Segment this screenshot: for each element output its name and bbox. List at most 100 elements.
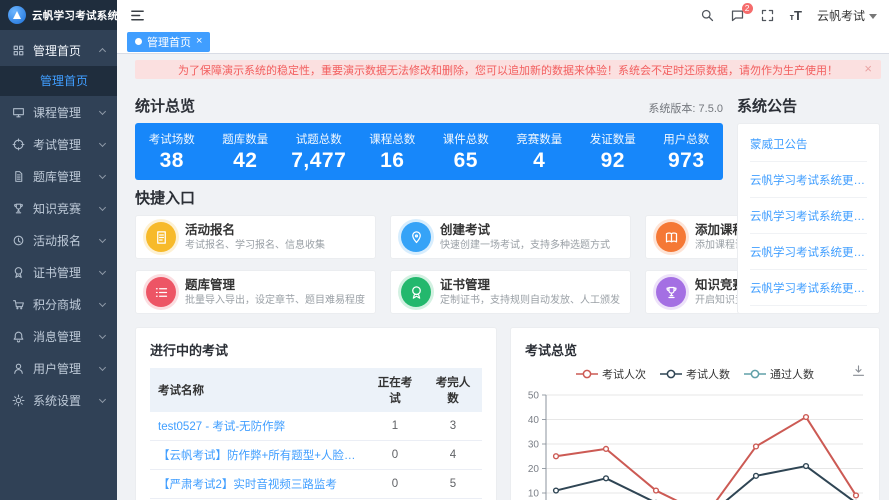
- right-column: 系统公告 蒙威卫公告云帆学习考试系统更新说明...云帆学习考试系统更新说明...…: [737, 79, 880, 314]
- finished-count: 3: [424, 412, 482, 441]
- sidebar-item-competition[interactable]: 知识竞赛: [0, 192, 117, 224]
- svg-text:20: 20: [528, 464, 540, 475]
- app-title: 云帆学习考试系统: [32, 9, 119, 22]
- alert-text: 为了保障演示系统的稳定性，重要演示数据无法修改和删除，您可以追加新的数据来体验！…: [178, 64, 838, 77]
- stat-value: 973: [667, 148, 705, 172]
- chevron-down-icon: [98, 235, 107, 243]
- medal-icon: [14, 266, 23, 278]
- tab-bar: 管理首页 ×: [117, 30, 889, 54]
- alert-close-icon[interactable]: ×: [864, 62, 872, 75]
- bell-icon: [13, 331, 24, 342]
- app-logo[interactable]: 云帆学习考试系统: [0, 0, 119, 30]
- chevron-up-icon: [98, 47, 107, 56]
- svg-text:40: 40: [528, 415, 540, 426]
- announcement-link[interactable]: 云帆学习考试系统更新说明...: [750, 162, 867, 198]
- top-sections-row: 统计总览 系统版本: 7.5.0 考试场数 38 题库数量 42 试题总数 7,477 课程…: [135, 79, 881, 314]
- quick-card-activity-signup[interactable]: 活动报名 考试报名、学习报名、信息收集: [135, 215, 376, 259]
- exam-overview-card: 考试总览 考试人次 考试人数 通过人数 10 20 30 40 50: [510, 327, 880, 500]
- sidebar-item-activity[interactable]: 活动报名: [0, 224, 117, 256]
- sidebar-item-settings[interactable]: 系统设置: [0, 384, 117, 416]
- announcement-link[interactable]: 云帆学习考试系统更新说明...: [750, 306, 867, 313]
- font-size-icon[interactable]: тT: [790, 9, 802, 22]
- quick-card-certificate[interactable]: 证书管理 定制证书，支持规则自动发放、人工颁发: [390, 270, 631, 314]
- tab-home[interactable]: 管理首页 ×: [127, 31, 211, 52]
- sidebar-item-label: 系统设置: [33, 393, 82, 408]
- svg-text:30: 30: [528, 440, 540, 451]
- table-row: 【严肃考试2】实时音视频三路监考 0 5: [150, 469, 482, 499]
- clock-icon: [13, 235, 24, 245]
- stat-label: 发证数量: [589, 133, 636, 146]
- chevron-down-icon: [98, 139, 107, 147]
- sidebar-items-group: 课程管理 考试管理 题库管理 知识竞赛活动报名证书管理积分商城消息管理用户管理系统设置: [0, 96, 117, 416]
- col-ongoing: 正在考试: [366, 368, 424, 412]
- stat-label: 试题总数: [295, 133, 342, 146]
- announcement-link[interactable]: 蒙威卫公告: [750, 126, 867, 162]
- sidebar-item-course[interactable]: 课程管理: [0, 96, 117, 128]
- chevron-down-icon: [98, 363, 107, 371]
- tab-close-icon[interactable]: ×: [196, 36, 202, 47]
- sidebar-item-home[interactable]: 管理首页: [0, 34, 117, 66]
- stat-item: 题库数量 42: [209, 131, 283, 173]
- exam-name-link[interactable]: test0527 - 考试-无防作弊: [150, 412, 366, 441]
- table-row: 【云帆考试】防作弊+所有题型+人脸识别进入考试 - 考试04: [150, 440, 482, 470]
- sidebar: 云帆学习考试系统 管理首页 管理首页 课程管理 考试管理 题库管理 知识竞赛活动报名证…: [0, 0, 119, 500]
- pin-icon: [411, 230, 421, 243]
- trophy-icon: [665, 286, 677, 298]
- ongoing-count: 0: [366, 469, 424, 499]
- dashboard-icon: [13, 45, 24, 55]
- exam-overview-chart: 10 20 30 40 50: [525, 385, 865, 500]
- chevron-down-icon: [98, 107, 107, 115]
- exam-overview-title: 考试总览: [525, 343, 578, 358]
- hamburger-menu-icon[interactable]: [129, 7, 146, 24]
- stat-label: 竞赛数量: [516, 133, 563, 146]
- quick-card-title: 题库管理: [185, 277, 236, 292]
- announcement-link[interactable]: 云帆学习考试系统更新说明...: [750, 234, 867, 270]
- quick-card-question-bank[interactable]: 题库管理 批量导入导出，设定章节、题目难易程度: [135, 270, 376, 314]
- announcement-link[interactable]: 云帆学习考试系统更新说明...: [750, 198, 867, 234]
- sidebar-item-label: 积分商城: [33, 297, 82, 312]
- sidebar-item-user[interactable]: 用户管理: [0, 352, 117, 384]
- table-row: test0527 - 考试-无防作弊 1 3: [150, 412, 482, 441]
- sidebar-subitem-home-active[interactable]: 管理首页: [0, 66, 117, 96]
- chevron-down-icon: [98, 203, 107, 211]
- exam-name-link[interactable]: 【严肃考试2】实时音视频三路监考: [150, 469, 366, 499]
- announcement-link[interactable]: 云帆学习考试系统更新说明...: [750, 270, 867, 306]
- sidebar-item-certificate[interactable]: 证书管理: [0, 256, 117, 288]
- form-icon: [156, 230, 166, 244]
- stat-label: 课件总数: [442, 133, 489, 146]
- announcements-card: 蒙威卫公告云帆学习考试系统更新说明...云帆学习考试系统更新说明...云帆学习考…: [737, 123, 880, 314]
- finished-count: 4: [424, 440, 482, 470]
- sail-icon: [13, 11, 21, 19]
- download-icon[interactable]: [851, 364, 866, 379]
- chevron-down-icon: [98, 267, 107, 275]
- stat-value: 4: [533, 148, 546, 172]
- sidebar-item-question-bank[interactable]: 题库管理: [0, 160, 117, 192]
- exam-name-link[interactable]: 【云帆考试】防作弊+所有题型+人脸识别进入考试 - 考试: [150, 440, 366, 470]
- legend-item[interactable]: 考试人次: [576, 366, 646, 382]
- sidebar-item-label: 消息管理: [33, 329, 82, 344]
- user-menu[interactable]: 云帆考试: [817, 7, 877, 24]
- legend-item[interactable]: 考试人数: [660, 366, 730, 382]
- quick-card-texts: 活动报名 考试报名、学习报名、信息收集: [185, 223, 325, 252]
- stat-label: 课程总数: [369, 133, 416, 146]
- stat-item: 竞赛数量 4: [503, 131, 577, 173]
- quick-card-create-exam[interactable]: 创建考试 快速创建一场考试，支持多种选题方式: [390, 215, 631, 259]
- aim-icon: [12, 138, 25, 150]
- sidebar-item-points-mall[interactable]: 积分商城: [0, 288, 117, 320]
- legend-item[interactable]: 通过人数: [744, 366, 814, 382]
- sidebar-item-message[interactable]: 消息管理: [0, 320, 117, 352]
- message-count-badge: 2: [741, 2, 753, 14]
- sidebar-item-label: 活动报名: [33, 233, 82, 248]
- book-icon-circle: [656, 222, 686, 252]
- logo-icon: [8, 6, 26, 24]
- legend-label: 考试人次: [602, 369, 646, 381]
- sidebar-item-label: 用户管理: [33, 361, 82, 376]
- main-content: 为了保障演示系统的稳定性，重要演示数据无法修改和删除，您可以追加新的数据来体验！…: [117, 54, 889, 500]
- fullscreen-icon[interactable]: [760, 8, 775, 23]
- user-name: 云帆考试: [816, 8, 865, 23]
- sidebar-item-exam[interactable]: 考试管理: [0, 128, 117, 160]
- search-icon[interactable]: [700, 8, 715, 23]
- messages-button[interactable]: 2: [730, 2, 753, 23]
- stat-item: 课程总数 16: [356, 131, 430, 173]
- stat-item: 发证数量 92: [576, 131, 650, 173]
